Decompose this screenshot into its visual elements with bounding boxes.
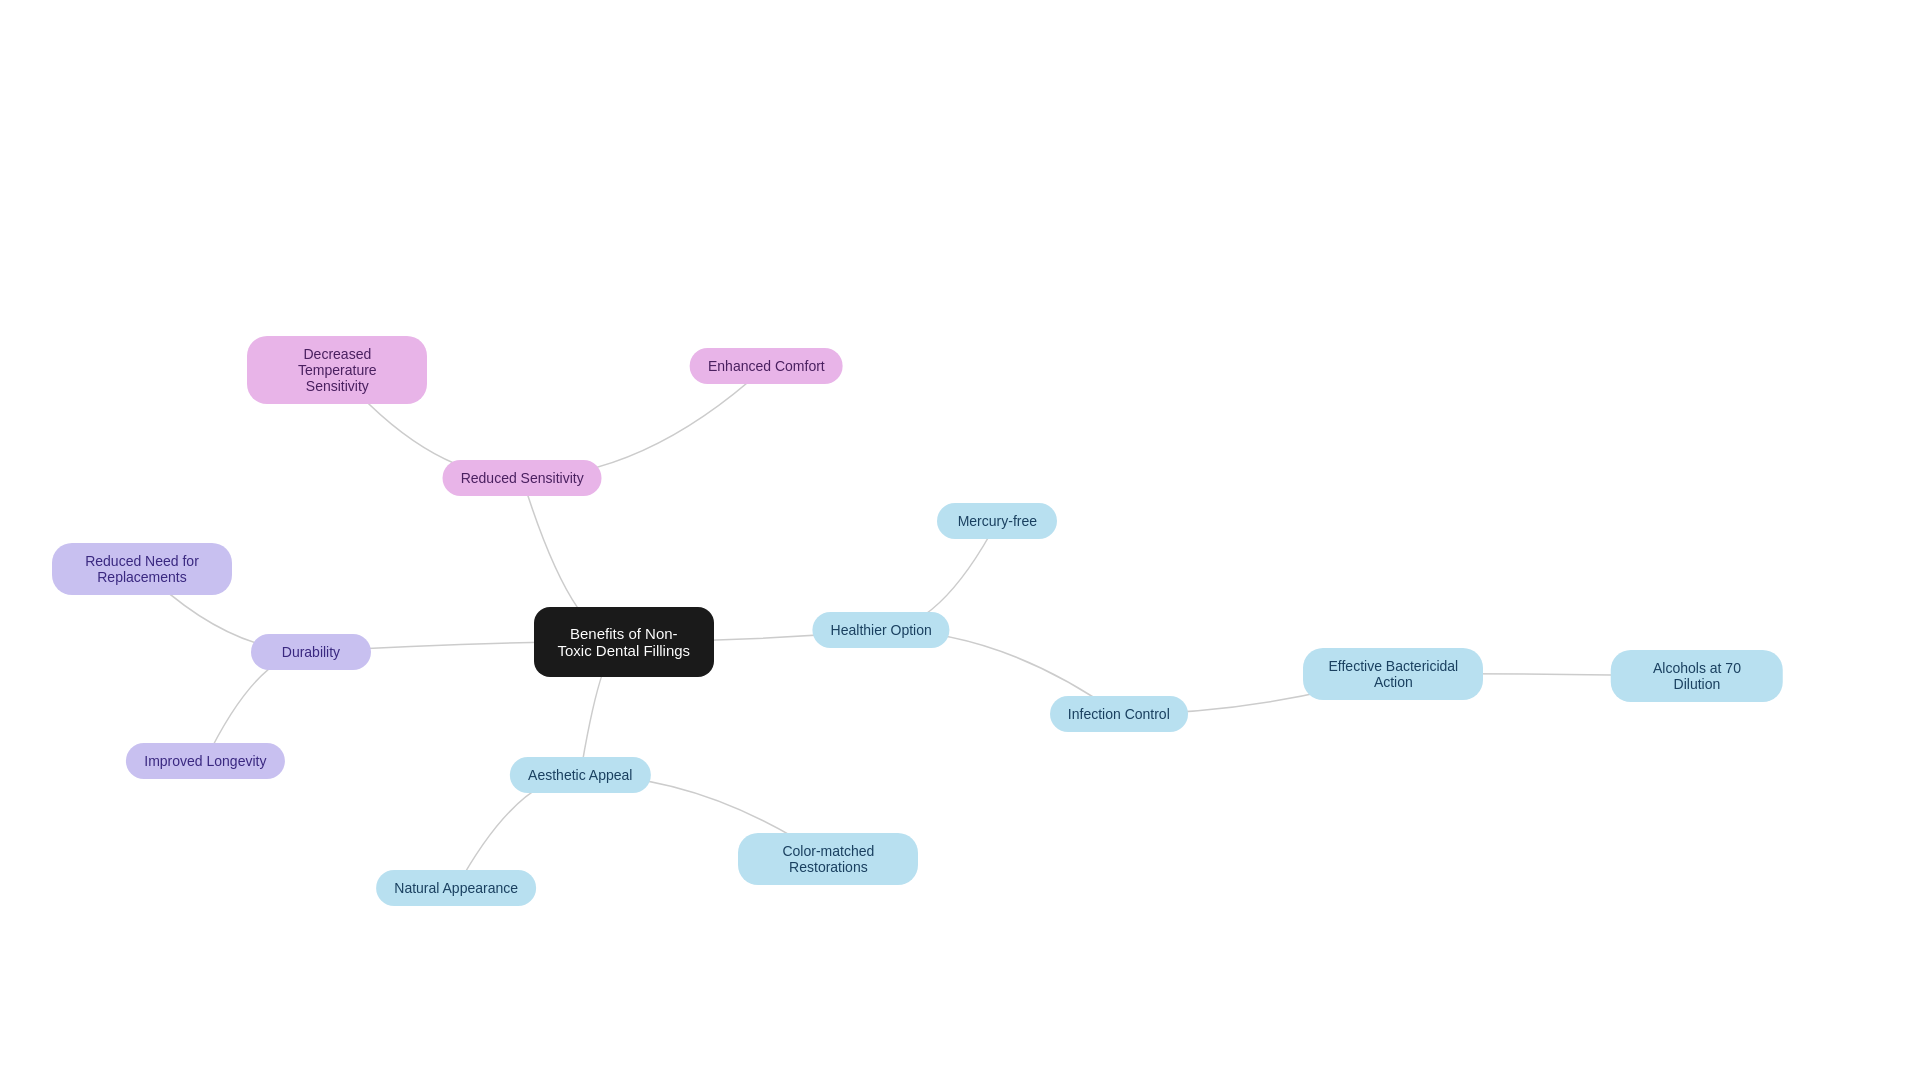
enhanced-comfort-node[interactable]: Enhanced Comfort [690, 348, 843, 384]
infection-control-node[interactable]: Infection Control [1050, 696, 1188, 732]
center-node[interactable]: Benefits of Non-Toxic Dental Fillings [534, 607, 714, 677]
decreased-temp-node[interactable]: Decreased Temperature Sensitivity [247, 336, 427, 404]
mind-map: Benefits of Non-Toxic Dental Fillings Red… [0, 0, 1920, 1083]
reduced-sensitivity-node[interactable]: Reduced Sensitivity [443, 460, 602, 496]
natural-appearance-node[interactable]: Natural Appearance [376, 870, 536, 906]
effective-bactericidal-node[interactable]: Effective Bactericidal Action [1303, 648, 1483, 700]
improved-longevity-node[interactable]: Improved Longevity [126, 743, 284, 779]
aesthetic-appeal-node[interactable]: Aesthetic Appeal [510, 757, 650, 793]
alcohols-70-node[interactable]: Alcohols at 70 Dilution [1611, 650, 1784, 702]
durability-node[interactable]: Durability [251, 634, 371, 670]
healthier-option-node[interactable]: Healthier Option [813, 612, 950, 648]
mercury-free-node[interactable]: Mercury-free [937, 503, 1057, 539]
color-matched-node[interactable]: Color-matched Restorations [738, 833, 918, 885]
reduced-need-node[interactable]: Reduced Need for Replacements [52, 543, 232, 595]
connections-svg [0, 0, 1920, 1083]
